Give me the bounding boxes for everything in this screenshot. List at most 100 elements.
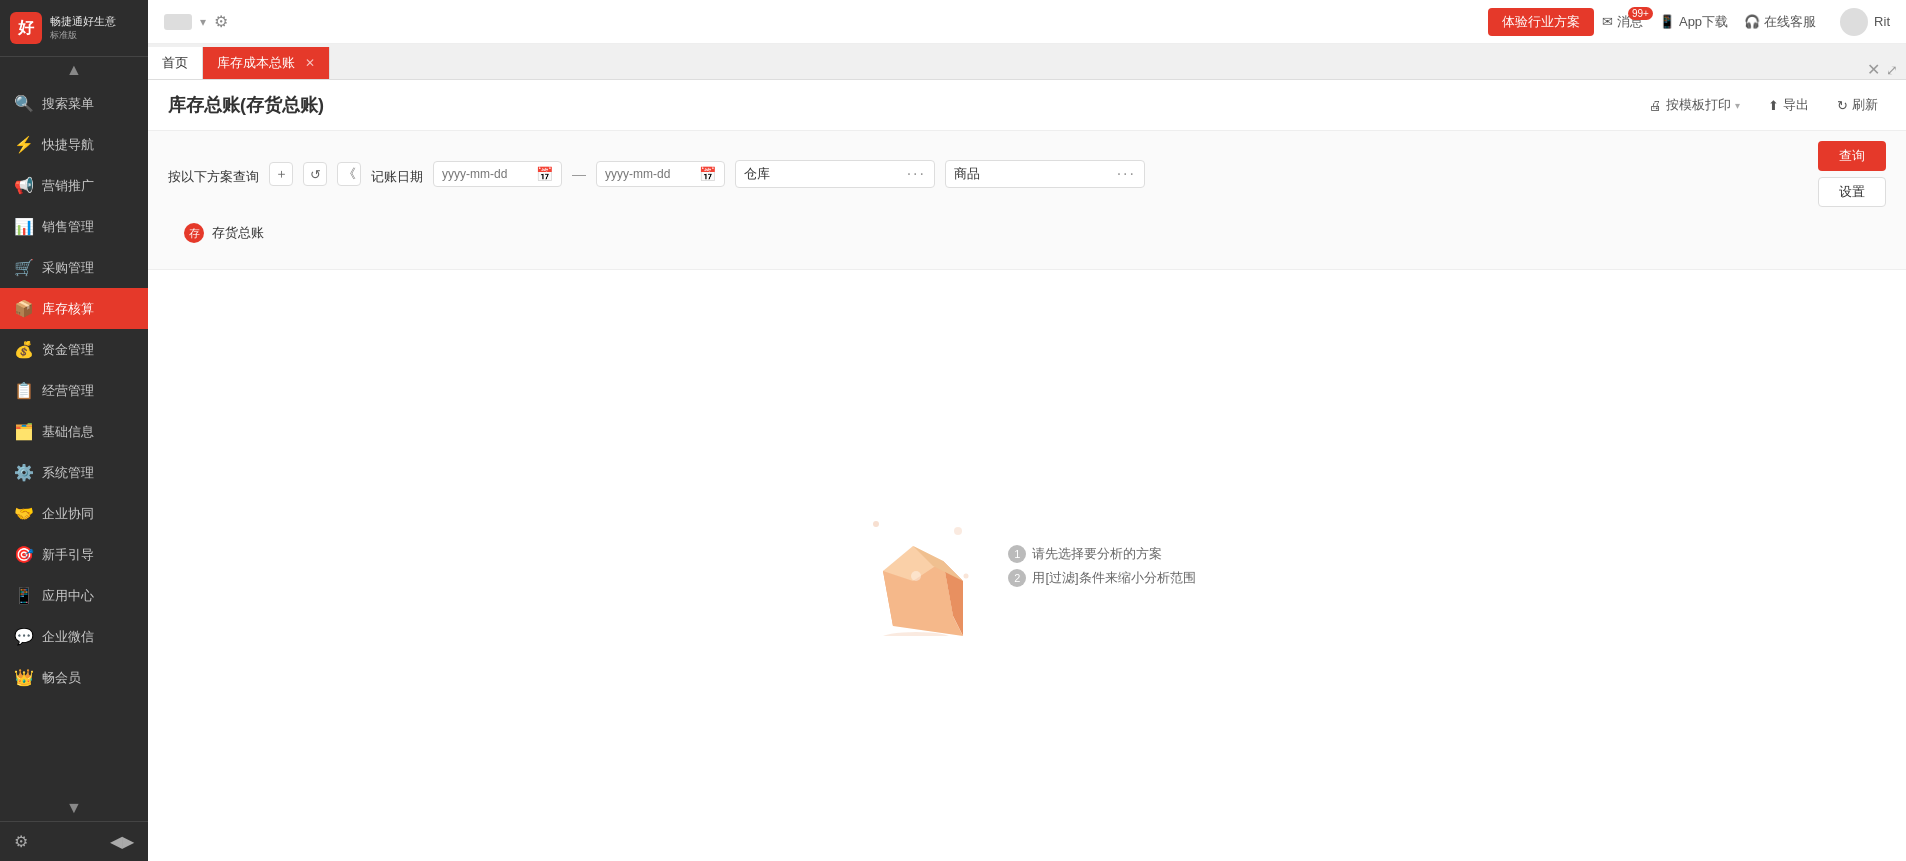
date-start-wrapper: 📅 (433, 161, 562, 187)
sales-icon: 📊 (14, 217, 34, 236)
sidebar-item-system[interactable]: ⚙️ 系统管理 (0, 452, 148, 493)
tab-bar-close-btn[interactable]: ✕ (1867, 60, 1880, 79)
filter-label: 按以下方案查询 (168, 168, 259, 186)
user-nav-avatar (164, 14, 192, 30)
warehouse-more-icon[interactable]: ··· (907, 165, 926, 183)
marketing-icon: 📢 (14, 176, 34, 195)
page-actions: 🖨 按模板打印 ▾ ⬆ 导出 ↻ 刷新 (1641, 92, 1886, 118)
download-icon: 📱 (1659, 14, 1675, 29)
header-user-right[interactable]: Rit (1840, 8, 1890, 36)
settings-header-icon[interactable]: ⚙ (214, 12, 228, 31)
sidebar-item-marketing[interactable]: 📢 营销推广 (0, 165, 148, 206)
service-icon: 🎧 (1744, 14, 1760, 29)
date-end-wrapper: 📅 (596, 161, 725, 187)
tab-inventory-ledger-label: 库存成本总账 (217, 54, 295, 72)
sidebar-item-basic[interactable]: 🗂️ 基础信息 (0, 411, 148, 452)
tab-home-label: 首页 (162, 54, 188, 72)
settings-footer-icon[interactable]: ⚙ (14, 832, 28, 851)
warehouse-selector[interactable]: 仓库 ··· (735, 160, 935, 188)
user-dropdown-chevron[interactable]: ▾ (200, 15, 206, 29)
sidebar-item-operations[interactable]: 📋 经营管理 (0, 370, 148, 411)
basic-icon: 🗂️ (14, 422, 34, 441)
quicknav-icon: ⚡ (14, 135, 34, 154)
hint1-text: 请先选择要分析的方案 (1032, 545, 1162, 563)
sidebar-item-cooperation[interactable]: 🤝 企业协同 (0, 493, 148, 534)
refresh-btn[interactable]: ↻ 刷新 (1829, 92, 1886, 118)
app-edition: 标准版 (50, 29, 116, 42)
sidebar-logo: 好 畅捷通好生意 标准版 (0, 0, 148, 57)
main-area: ▾ ⚙ 体验行业方案 ✉ 消息 99+ 📱 App下载 🎧 在线客服 Rit (148, 0, 1906, 861)
filter-top-row: 按以下方案查询 ＋ ↺ 《 记账日期 📅 — 📅 仓库 (168, 141, 1886, 207)
sidebar-item-search[interactable]: 🔍 搜索菜单 (0, 83, 148, 124)
sidebar-item-wechat[interactable]: 💬 企业微信 (0, 616, 148, 657)
sidebar-item-inventory[interactable]: 📦 库存核算 (0, 288, 148, 329)
newbie-icon: 🎯 (14, 545, 34, 564)
export-btn[interactable]: ⬆ 导出 (1760, 92, 1817, 118)
reset-filter-btn[interactable]: ↺ (303, 162, 327, 186)
date-end-input[interactable] (605, 167, 695, 181)
cooperation-icon: 🤝 (14, 504, 34, 523)
scheme-item-inventory-ledger[interactable]: 存 存货总账 (168, 215, 1886, 251)
print-dropdown-icon[interactable]: ▾ (1735, 100, 1740, 111)
top-header: ▾ ⚙ 体验行业方案 ✉ 消息 99+ 📱 App下载 🎧 在线客服 Rit (148, 0, 1906, 44)
sidebar-item-quicknav[interactable]: ⚡ 快捷导航 (0, 124, 148, 165)
warehouse-label: 仓库 (744, 165, 770, 183)
date-separator: — (572, 166, 586, 182)
trial-btn[interactable]: 体验行业方案 (1488, 8, 1594, 36)
filter-section: 按以下方案查询 ＋ ↺ 《 记账日期 📅 — 📅 仓库 (148, 131, 1906, 270)
sidebar: 好 畅捷通好生意 标准版 ▲ 🔍 搜索菜单 ⚡ 快捷导航 📢 营销推广 📊 销售… (0, 0, 148, 861)
scheme-item-label: 存货总账 (212, 224, 264, 242)
empty-illustration (858, 506, 978, 626)
tab-close-icon[interactable]: ✕ (305, 56, 315, 70)
wechat-icon: 💬 (14, 627, 34, 646)
app-name: 畅捷通好生意 (50, 14, 116, 28)
app-logo-icon: 好 (10, 12, 42, 44)
step2-num: 2 (1008, 569, 1026, 587)
scroll-up-arrow[interactable]: ▲ (0, 57, 148, 83)
empty-state: 1 请先选择要分析的方案 2 用[过滤]条件来缩小分析范围 (148, 270, 1906, 861)
sidebar-footer: ⚙ ◀▶ (0, 821, 148, 861)
print-btn[interactable]: 🖨 按模板打印 ▾ (1641, 92, 1748, 118)
empty-svg-illustration (858, 506, 978, 636)
product-more-icon[interactable]: ··· (1117, 165, 1136, 183)
tab-home[interactable]: 首页 (148, 47, 203, 79)
sidebar-item-newbie[interactable]: 🎯 新手引导 (0, 534, 148, 575)
message-icon: ✉ (1602, 14, 1613, 29)
sidebar-item-member[interactable]: 👑 畅会员 (0, 657, 148, 698)
sidebar-item-finance[interactable]: 💰 资金管理 (0, 329, 148, 370)
page-header: 库存总账(存货总账) 🖨 按模板打印 ▾ ⬆ 导出 ↻ 刷新 (148, 80, 1906, 131)
search-icon: 🔍 (14, 94, 34, 113)
app-download-btn[interactable]: 📱 App下载 (1659, 13, 1728, 31)
sidebar-item-purchase[interactable]: 🛒 采购管理 (0, 247, 148, 288)
tab-inventory-ledger[interactable]: 库存成本总账 ✕ (203, 47, 330, 79)
svg-point-7 (873, 521, 879, 527)
collapse-icon[interactable]: ◀▶ (110, 832, 134, 851)
user-name-label: Rit (1874, 14, 1890, 29)
query-btn[interactable]: 查询 (1818, 141, 1886, 171)
date-start-input[interactable] (442, 167, 532, 181)
refresh-icon: ↻ (1837, 98, 1848, 113)
add-filter-btn[interactable]: ＋ (269, 162, 293, 186)
date-label: 记账日期 (371, 168, 423, 186)
message-btn[interactable]: ✉ 消息 99+ (1602, 13, 1643, 31)
operations-icon: 📋 (14, 381, 34, 400)
system-icon: ⚙️ (14, 463, 34, 482)
content-area: 库存总账(存货总账) 🖨 按模板打印 ▾ ⬆ 导出 ↻ 刷新 (148, 80, 1906, 861)
svg-point-6 (911, 571, 921, 581)
sidebar-nav: 🔍 搜索菜单 ⚡ 快捷导航 📢 营销推广 📊 销售管理 🛒 采购管理 📦 库存核… (0, 83, 148, 795)
online-service-btn[interactable]: 🎧 在线客服 (1744, 13, 1816, 31)
scroll-down-arrow[interactable]: ▼ (0, 795, 148, 821)
tab-bar-expand-btn[interactable]: ⤢ (1886, 62, 1898, 78)
calendar-end-icon[interactable]: 📅 (699, 166, 716, 182)
product-selector[interactable]: 商品 ··· (945, 160, 1145, 188)
settings-btn[interactable]: 设置 (1818, 177, 1886, 207)
print-icon: 🖨 (1649, 98, 1662, 113)
sidebar-item-sales[interactable]: 📊 销售管理 (0, 206, 148, 247)
tabs-bar: 首页 库存成本总账 ✕ ✕ ⤢ (148, 44, 1906, 80)
collapse-filter-btn[interactable]: 《 (337, 162, 361, 186)
user-avatar (1840, 8, 1868, 36)
export-icon: ⬆ (1768, 98, 1779, 113)
calendar-start-icon[interactable]: 📅 (536, 166, 553, 182)
finance-icon: 💰 (14, 340, 34, 359)
sidebar-item-appstore[interactable]: 📱 应用中心 (0, 575, 148, 616)
